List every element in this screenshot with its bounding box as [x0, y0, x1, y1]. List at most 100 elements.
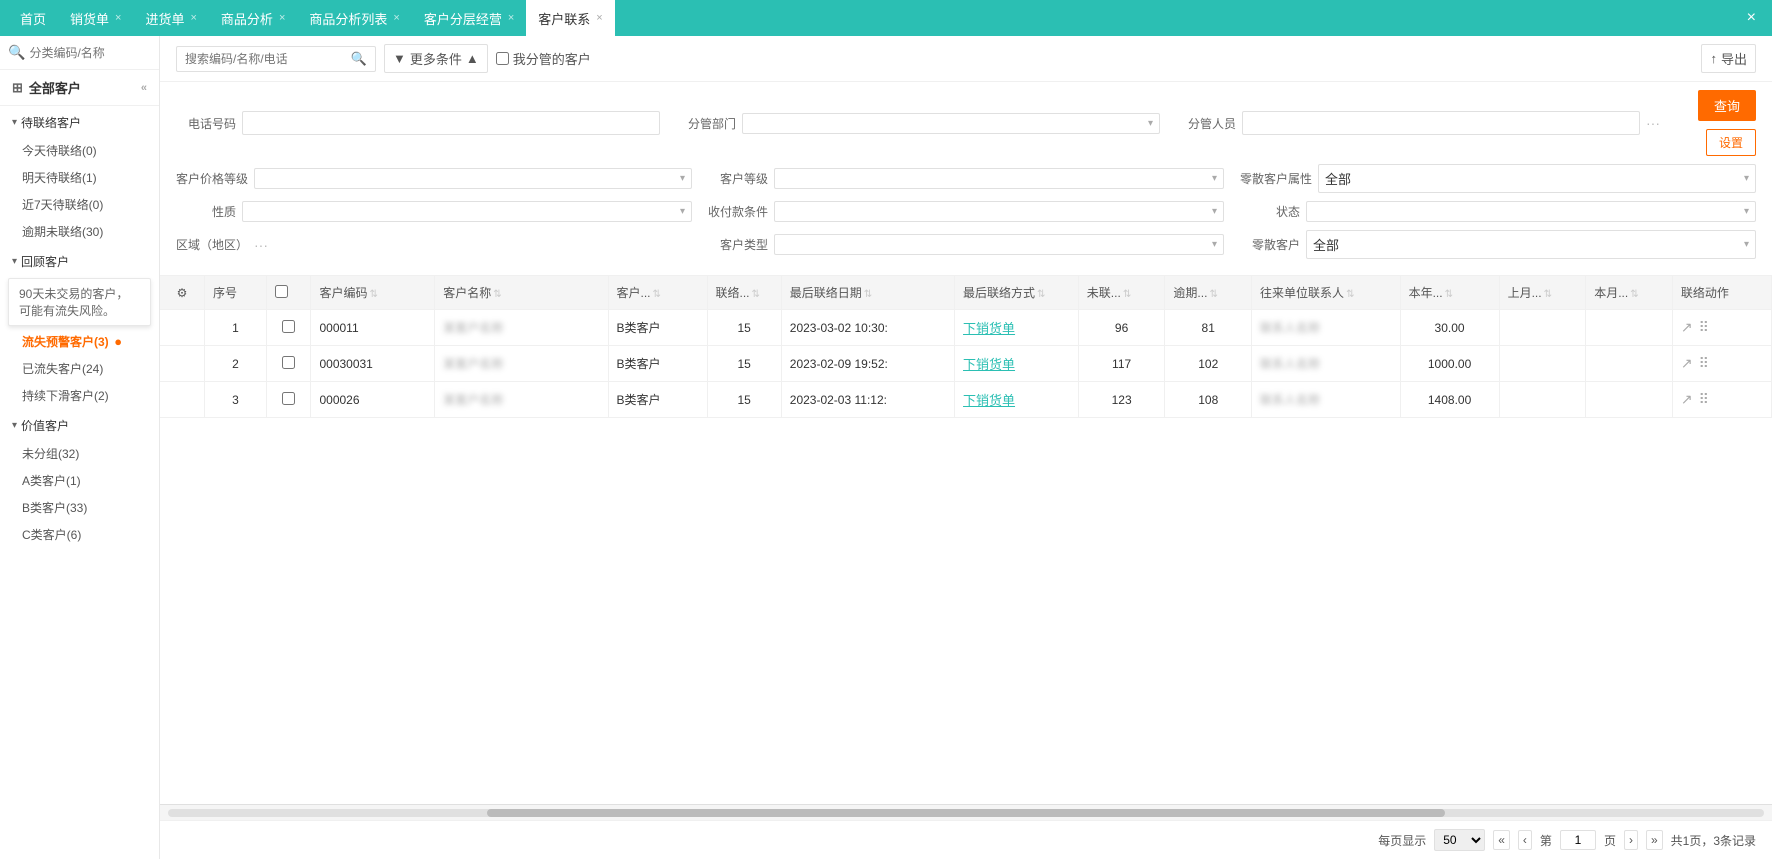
sidebar-item-0-1[interactable]: 明天待联络(1) — [0, 164, 159, 191]
table-col-header-6[interactable]: 最后联络日期⇅ — [781, 276, 954, 310]
scrollbar-thumb[interactable] — [487, 809, 1445, 817]
manager-more-icon[interactable]: ··· — [1646, 115, 1660, 131]
retail-customer-select[interactable]: 全部 ▾ — [1306, 230, 1756, 259]
more-actions-icon-1[interactable]: ⠿ — [1699, 355, 1709, 372]
row-last-contact-method-2[interactable]: 下销货单 — [955, 382, 1079, 418]
row-checkbox-cell-1[interactable] — [266, 346, 311, 382]
tab-close-icon[interactable]: × — [393, 12, 399, 24]
more-conditions-button[interactable]: ▼ 更多条件 ▲ — [384, 44, 488, 73]
last-contact-link-1[interactable]: 下销货单 — [963, 357, 1015, 372]
sort-icon-10[interactable]: ⇅ — [1346, 289, 1354, 300]
last-contact-link-2[interactable]: 下销货单 — [963, 393, 1015, 408]
last-contact-link-0[interactable]: 下销货单 — [963, 321, 1015, 336]
query-button[interactable]: 查询 — [1698, 90, 1756, 121]
tab-close-icon[interactable]: × — [190, 12, 196, 24]
price-level-select[interactable]: ▾ — [254, 168, 692, 189]
search-submit-icon[interactable]: 🔍 — [351, 51, 367, 67]
nav-tab-商品分析列表[interactable]: 商品分析列表× — [297, 0, 411, 36]
sort-icon-7[interactable]: ⇅ — [1037, 289, 1045, 300]
sidebar-item-3[interactable]: 已流失客户(24) — [0, 355, 159, 382]
sort-icon-8[interactable]: ⇅ — [1123, 289, 1131, 300]
sidebar-item-5-3[interactable]: C类客户(6) — [0, 521, 159, 548]
last-page-button[interactable]: » — [1646, 830, 1663, 850]
status-select[interactable]: ▾ — [1306, 201, 1756, 222]
sort-icon-5[interactable]: ⇅ — [752, 289, 760, 300]
sidebar-search-input[interactable] — [29, 46, 151, 60]
table-col-header-2[interactable]: 客户编码⇅ — [311, 276, 435, 310]
nav-tab-客户联系[interactable]: 客户联系× — [526, 0, 614, 36]
first-page-button[interactable]: « — [1493, 830, 1510, 850]
nav-tab-商品分析[interactable]: 商品分析× — [209, 0, 297, 36]
sidebar-group-title-5[interactable]: ▾价值客户 — [0, 411, 159, 440]
nav-tab-首页[interactable]: 首页 — [8, 0, 58, 36]
tab-close-icon[interactable]: × — [596, 12, 602, 24]
sidebar-item-2[interactable]: 流失预警客户(3) ● — [0, 328, 159, 355]
sort-icon-4[interactable]: ⇅ — [653, 289, 661, 300]
sidebar-item-0-2[interactable]: 近7天待联络(0) — [0, 191, 159, 218]
collapse-icon[interactable]: « — [141, 82, 147, 94]
sidebar-item-5-2[interactable]: B类客户(33) — [0, 494, 159, 521]
tab-close-icon[interactable]: × — [508, 12, 514, 24]
horizontal-scrollbar[interactable] — [160, 804, 1772, 820]
row-checkbox-1[interactable] — [282, 356, 295, 369]
manager-input[interactable] — [1242, 111, 1640, 135]
nav-tab-销货单[interactable]: 销货单× — [58, 0, 133, 36]
sidebar-item-0-0[interactable]: 今天待联络(0) — [0, 137, 159, 164]
table-col-header-12[interactable]: 上月...⇅ — [1499, 276, 1586, 310]
sidebar-item-4[interactable]: 持续下滑客户(2) — [0, 382, 159, 409]
customer-type-select[interactable]: ▾ — [774, 234, 1224, 255]
setting-button[interactable]: 设置 — [1706, 129, 1756, 156]
dept-select[interactable]: ▾ — [742, 113, 1160, 134]
table-col-header-4[interactable]: 客户...⇅ — [608, 276, 707, 310]
scrollbar-track[interactable] — [168, 809, 1764, 817]
sort-icon-2[interactable]: ⇅ — [369, 289, 377, 300]
contact-link-icon-1[interactable]: ↗ — [1681, 355, 1693, 372]
row-checkbox-cell-0[interactable] — [266, 310, 311, 346]
page-number-input[interactable] — [1560, 830, 1596, 850]
prev-page-button[interactable]: ‹ — [1518, 830, 1532, 850]
sidebar-group-title-1[interactable]: ▾回顾客户 — [0, 247, 159, 276]
sidebar-search-bar[interactable]: 🔍 — [0, 36, 159, 70]
table-select-all-checkbox[interactable] — [275, 285, 288, 298]
row-checkbox-0[interactable] — [282, 320, 295, 333]
table-col-header-10[interactable]: 往来单位联系人⇅ — [1252, 276, 1401, 310]
payment-select[interactable]: ▾ — [774, 201, 1224, 222]
sidebar-group-title-0[interactable]: ▾待联络客户 — [0, 108, 159, 137]
nav-tab-客户分层经营[interactable]: 客户分层经营× — [412, 0, 526, 36]
search-input[interactable] — [185, 52, 347, 66]
sort-icon-6[interactable]: ⇅ — [864, 289, 872, 300]
sort-icon-12[interactable]: ⇅ — [1544, 289, 1552, 300]
table-col-header-13[interactable]: 本月...⇅ — [1586, 276, 1673, 310]
customer-level-select[interactable]: ▾ — [774, 168, 1224, 189]
sidebar-item-5-1[interactable]: A类客户(1) — [0, 467, 159, 494]
row-last-contact-method-0[interactable]: 下销货单 — [955, 310, 1079, 346]
table-col-header-9[interactable]: 逾期...⇅ — [1165, 276, 1252, 310]
phone-input[interactable] — [242, 111, 660, 135]
search-input-wrap[interactable]: 🔍 — [176, 46, 376, 72]
table-col-header-8[interactable]: 未联...⇅ — [1078, 276, 1165, 310]
table-col-header-11[interactable]: 本年...⇅ — [1400, 276, 1499, 310]
retail-attr-select[interactable]: 全部 ▾ — [1318, 164, 1756, 193]
region-more-icon[interactable]: ··· — [254, 237, 268, 253]
sort-icon-11[interactable]: ⇅ — [1445, 289, 1453, 300]
row-last-contact-method-1[interactable]: 下销货单 — [955, 346, 1079, 382]
close-window-button[interactable]: × — [1739, 9, 1764, 27]
next-page-button[interactable]: › — [1624, 830, 1638, 850]
my-customers-checkbox-wrap[interactable]: 我分管的客户 — [496, 49, 591, 68]
sort-icon-3[interactable]: ⇅ — [493, 289, 501, 300]
sidebar-item-0-3[interactable]: 逾期未联络(30) — [0, 218, 159, 245]
table-settings-header[interactable]: ⚙ — [160, 276, 205, 310]
sidebar-all-customers[interactable]: ⊞ 全部客户 « — [0, 70, 159, 106]
table-col-header-5[interactable]: 联络...⇅ — [707, 276, 781, 310]
table-col-header-3[interactable]: 客户名称⇅ — [435, 276, 608, 310]
export-button[interactable]: ↑ 导出 — [1701, 44, 1756, 73]
more-actions-icon-0[interactable]: ⠿ — [1699, 319, 1709, 336]
row-checkbox-cell-2[interactable] — [266, 382, 311, 418]
sort-icon-13[interactable]: ⇅ — [1630, 289, 1638, 300]
nav-tab-进货单[interactable]: 进货单× — [133, 0, 208, 36]
table-col-header-7[interactable]: 最后联络方式⇅ — [955, 276, 1079, 310]
nature-select[interactable]: ▾ — [242, 201, 692, 222]
tab-close-icon[interactable]: × — [115, 12, 121, 24]
my-customers-checkbox[interactable] — [496, 52, 509, 65]
per-page-select[interactable]: 50 20 100 — [1434, 829, 1485, 851]
